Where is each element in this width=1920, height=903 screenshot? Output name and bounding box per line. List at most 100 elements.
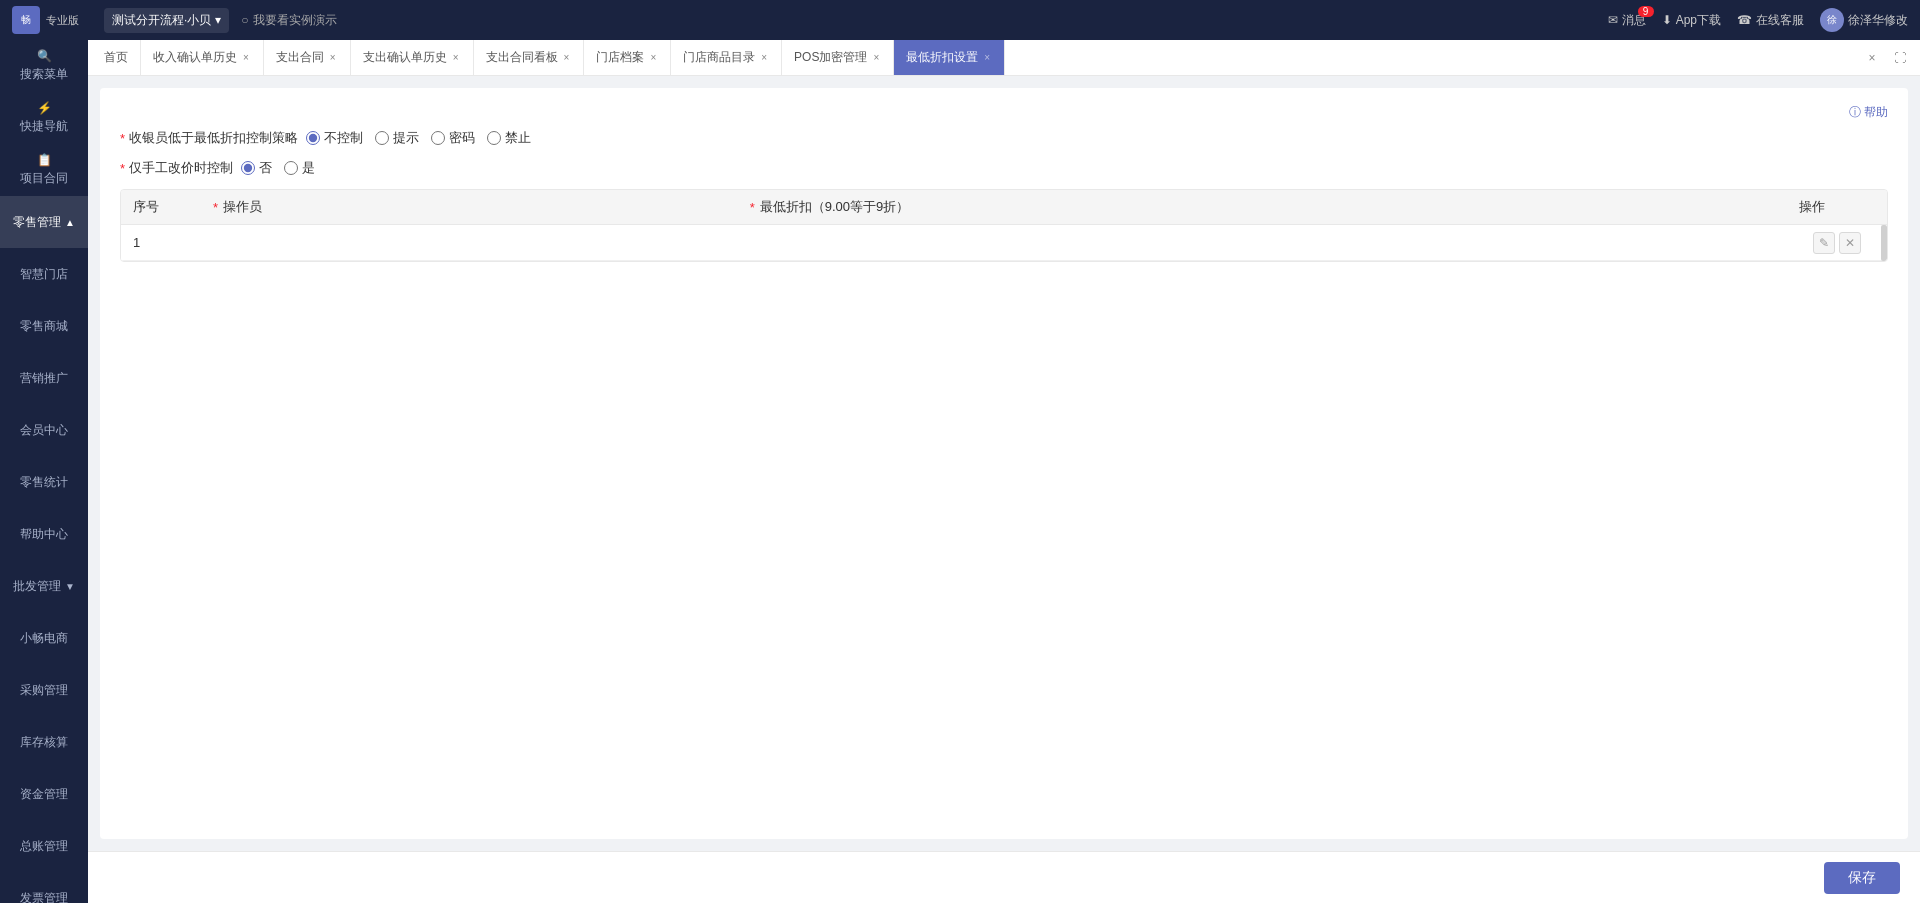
radio-forbid-input[interactable] <box>487 131 501 145</box>
sidebar-item-smart-store[interactable]: 智慧门店 <box>0 248 88 300</box>
message-button[interactable]: ✉ 消息 9 <box>1608 12 1646 29</box>
th-action: 操作 <box>1787 190 1887 224</box>
radio-password[interactable]: 密码 <box>431 129 475 147</box>
tab-min-discount[interactable]: 最低折扣设置 × <box>894 40 1005 76</box>
table-row: 1 ✎ ✕ <box>121 225 1887 261</box>
chevron-down-icon-wholesale: ▼ <box>65 581 75 592</box>
logo-area: 畅 专业版 <box>12 6 92 34</box>
radio-no-control[interactable]: 不控制 <box>306 129 363 147</box>
radio-manual-no-label: 否 <box>259 159 272 177</box>
sidebar-item-shortcut[interactable]: ⚡ 快捷导航 <box>0 92 88 144</box>
radio-manual-yes[interactable]: 是 <box>284 159 315 177</box>
tab-payment-confirm-history[interactable]: 支出确认单历史 × <box>351 40 474 76</box>
control-strategy-row: * 收银员低于最低折扣控制策略 不控制 提示 <box>120 129 1888 147</box>
radio-remind[interactable]: 提示 <box>375 129 419 147</box>
sidebar-label-finance: 资金管理 <box>20 786 68 803</box>
tab-payment-contract[interactable]: 支出合同 × <box>264 40 351 76</box>
sidebar-label-retail: 零售管理 <box>13 214 61 231</box>
radio-remind-label: 提示 <box>393 129 419 147</box>
main-layout: 🔍 搜索菜单 ⚡ 快捷导航 📋 项目合同 零售管理 ▲ 智慧门店 零售商城 营销… <box>0 40 1920 903</box>
sidebar-item-invoice[interactable]: 发票管理 <box>0 872 88 903</box>
message-badge: 9 <box>1638 6 1654 17</box>
save-button[interactable]: 保存 <box>1824 862 1900 894</box>
sidebar-label-inventory: 库存核算 <box>20 734 68 751</box>
help-link[interactable]: ⓘ 帮助 <box>1849 104 1888 121</box>
footer-bar: 保存 <box>88 851 1920 903</box>
tab-close-store-products[interactable]: × <box>759 51 769 64</box>
tab-close-min-discount[interactable]: × <box>982 51 992 64</box>
required-star-discount: * <box>750 200 755 215</box>
download-icon: ⬇ <box>1662 13 1672 27</box>
sidebar: 🔍 搜索菜单 ⚡ 快捷导航 📋 项目合同 零售管理 ▲ 智慧门店 零售商城 营销… <box>0 40 88 903</box>
radio-forbid-label: 禁止 <box>505 129 531 147</box>
required-star-2: * <box>120 161 125 176</box>
tab-income-history[interactable]: 收入确认单历史 × <box>141 40 264 76</box>
edit-row-button[interactable]: ✎ <box>1813 232 1835 254</box>
tab-store-file[interactable]: 门店档案 × <box>584 40 671 76</box>
tab-close-store-file[interactable]: × <box>648 51 658 64</box>
radio-remind-input[interactable] <box>375 131 389 145</box>
demo-link[interactable]: ○ 我要看实例演示 <box>241 12 336 29</box>
radio-password-label: 密码 <box>449 129 475 147</box>
sidebar-label-smart-store: 智慧门店 <box>20 266 68 283</box>
manual-control-row: * 仅手工改价时控制 否 是 <box>120 159 1888 177</box>
sidebar-label-ecommerce: 小畅电商 <box>20 630 68 647</box>
user-profile-button[interactable]: 徐 徐泽华修改 <box>1820 8 1908 32</box>
tab-home[interactable]: 首页 <box>92 40 141 76</box>
sidebar-item-member[interactable]: 会员中心 <box>0 404 88 456</box>
expand-tab-button[interactable]: ⛶ <box>1888 46 1912 70</box>
sidebar-item-purchase[interactable]: 采购管理 <box>0 664 88 716</box>
sidebar-item-project[interactable]: 📋 项目合同 <box>0 144 88 196</box>
sidebar-label-wholesale: 批发管理 <box>13 578 61 595</box>
project-selector[interactable]: 测试分开流程·小贝 ▾ <box>104 8 229 33</box>
sidebar-item-ledger[interactable]: 总账管理 <box>0 820 88 872</box>
sidebar-item-inventory[interactable]: 库存核算 <box>0 716 88 768</box>
chevron-down-icon: ▾ <box>215 13 221 27</box>
tab-store-products[interactable]: 门店商品目录 × <box>671 40 782 76</box>
sidebar-item-retail-stats[interactable]: 零售统计 <box>0 456 88 508</box>
help-circle-icon: ⓘ <box>1849 104 1861 121</box>
sidebar-item-ecommerce[interactable]: 小畅电商 <box>0 612 88 664</box>
th-discount: * 最低折扣（9.00等于9折） <box>738 190 1787 224</box>
sidebar-item-finance[interactable]: 资金管理 <box>0 768 88 820</box>
sidebar-item-marketing[interactable]: 营销推广 <box>0 352 88 404</box>
app-download-button[interactable]: ⬇ App下载 <box>1662 12 1721 29</box>
tab-close-income-history[interactable]: × <box>241 51 251 64</box>
radio-manual-no[interactable]: 否 <box>241 159 272 177</box>
tab-close-payment-contract[interactable]: × <box>328 51 338 64</box>
radio-manual-yes-input[interactable] <box>284 161 298 175</box>
close-tab-button[interactable]: × <box>1860 46 1884 70</box>
sidebar-item-wholesale[interactable]: 批发管理 ▼ <box>0 560 88 612</box>
td-action-1: ✎ ✕ <box>1787 226 1887 260</box>
radio-no-control-input[interactable] <box>306 131 320 145</box>
tab-label-income-history: 收入确认单历史 <box>153 49 237 66</box>
radio-manual-no-input[interactable] <box>241 161 255 175</box>
sidebar-label-marketing: 营销推广 <box>20 370 68 387</box>
manual-control-radio-group: 否 是 <box>241 159 315 177</box>
message-icon: ✉ <box>1608 13 1618 27</box>
manual-control-label: * 仅手工改价时控制 <box>120 159 233 177</box>
tab-label-min-discount: 最低折扣设置 <box>906 49 978 66</box>
row-scrollbar[interactable] <box>1881 225 1887 261</box>
delete-row-button[interactable]: ✕ <box>1839 232 1861 254</box>
sidebar-item-retail[interactable]: 零售管理 ▲ <box>0 196 88 248</box>
control-strategy-label: * 收银员低于最低折扣控制策略 <box>120 129 298 147</box>
td-seq-1: 1 <box>121 229 201 256</box>
radio-forbid[interactable]: 禁止 <box>487 129 531 147</box>
sidebar-item-retail-mall[interactable]: 零售商城 <box>0 300 88 352</box>
tab-bar: 首页 收入确认单历史 × 支出合同 × 支出确认单历史 × 支出合同看板 × 门… <box>88 40 1920 76</box>
tab-pos-password[interactable]: POS加密管理 × <box>782 40 894 76</box>
tab-payment-board[interactable]: 支出合同看板 × <box>474 40 585 76</box>
service-icon: ☎ <box>1737 13 1752 27</box>
sidebar-label-shortcut: 快捷导航 <box>20 118 68 135</box>
online-service-button[interactable]: ☎ 在线客服 <box>1737 12 1804 29</box>
sidebar-item-search[interactable]: 🔍 搜索菜单 <box>0 40 88 92</box>
th-seq: 序号 <box>121 190 201 224</box>
tab-close-payment-confirm-history[interactable]: × <box>451 51 461 64</box>
radio-password-input[interactable] <box>431 131 445 145</box>
tab-close-payment-board[interactable]: × <box>562 51 572 64</box>
tab-close-pos-password[interactable]: × <box>871 51 881 64</box>
sidebar-item-help[interactable]: 帮助中心 <box>0 508 88 560</box>
circle-icon: ○ <box>241 13 248 27</box>
control-strategy-radio-group: 不控制 提示 密码 禁止 <box>306 129 531 147</box>
